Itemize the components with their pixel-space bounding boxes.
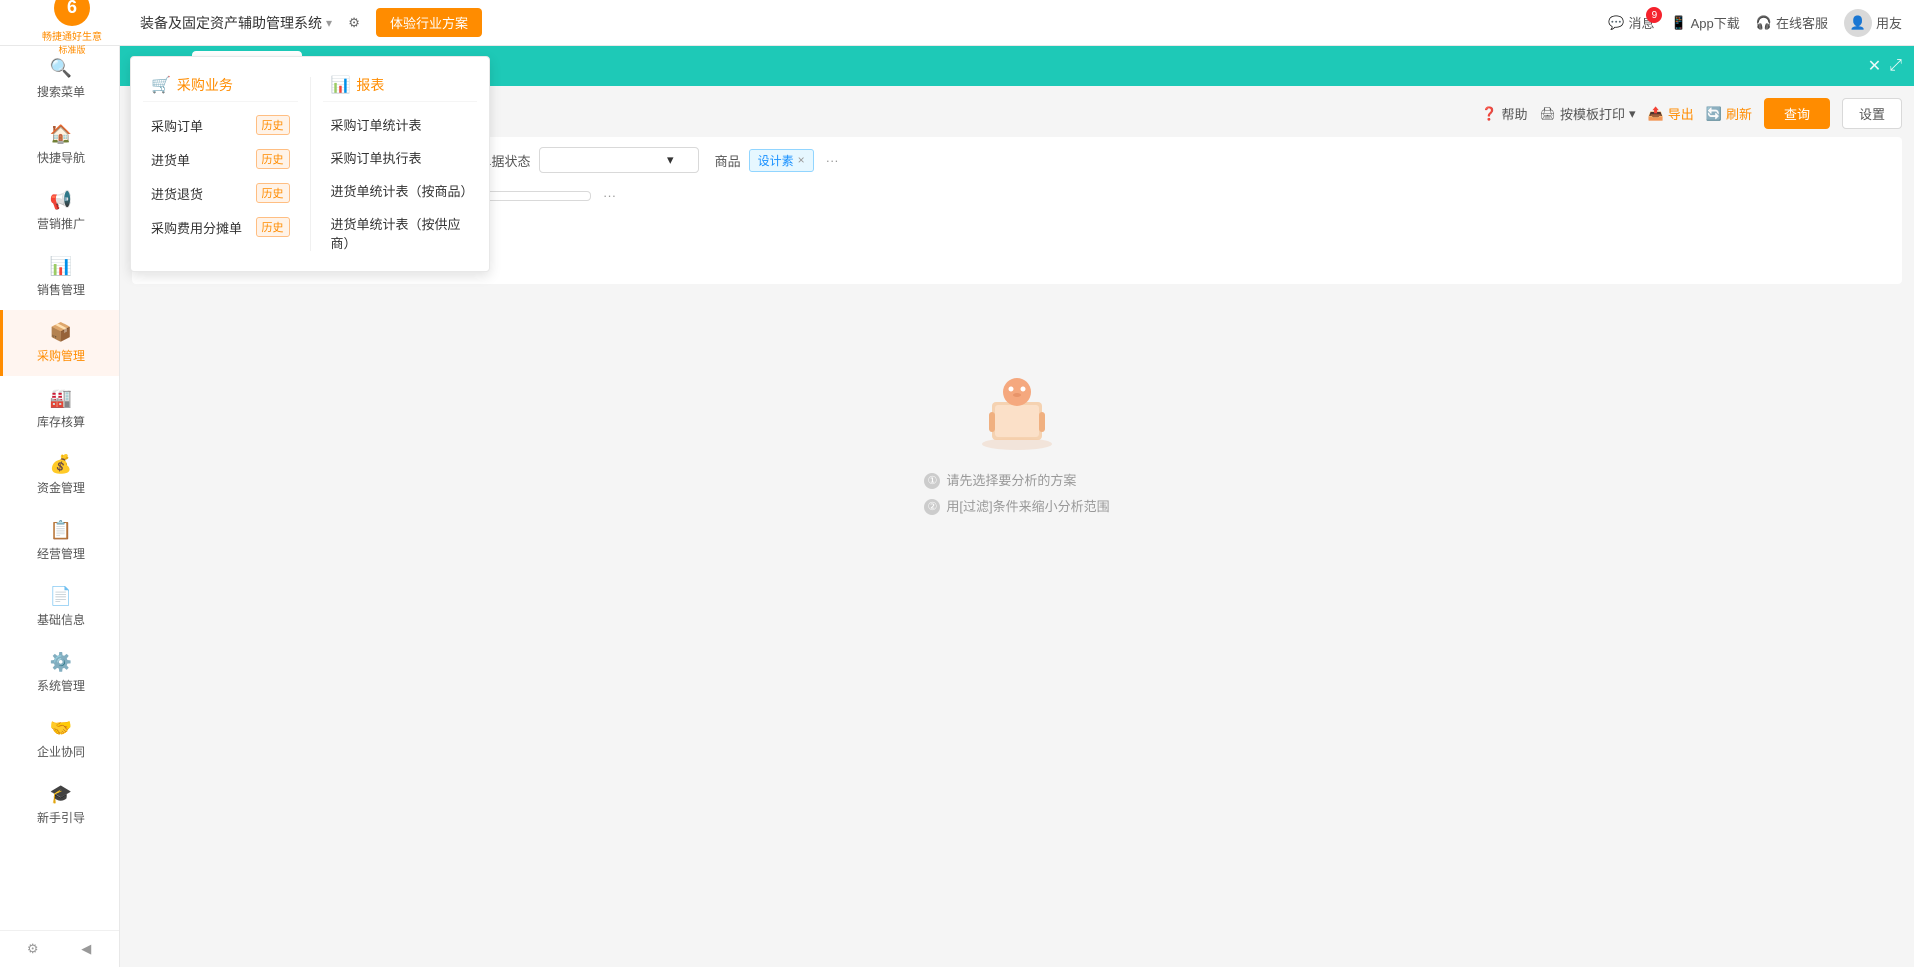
goods-more[interactable]: ··· [826,153,839,168]
sidebar-item-enterprise[interactable]: 🤝 企业协同 [0,706,119,772]
trial-button[interactable]: 体验行业方案 [376,8,482,37]
sidebar-item-system[interactable]: ⚙️ 系统管理 [0,640,119,706]
guide-icon: 🎓 [50,784,72,805]
empty-tip-1: ① 请先选择要分析的方案 [924,468,1109,494]
menu-item-inbound-stats-supplier[interactable]: 进货单统计表（按供应商） [323,207,478,259]
menu-item-inbound[interactable]: 进货单 历史 [143,142,298,176]
search-icon: 🔍 [50,58,72,79]
system-name-dropdown[interactable]: 装备及固定资产辅助管理系统 ▾ [132,13,332,33]
history-tag-1: 历史 [256,149,290,169]
gear-icon[interactable]: ⚙ [340,9,368,37]
message-badge: 9 [1646,7,1662,23]
purchase-column-title: 🛒 采购业务 [143,69,298,102]
message-button[interactable]: 💬 消息 9 [1608,13,1654,32]
top-bar: 6 畅捷通好生意 标准版 装备及固定资产辅助管理系统 ▾ ⚙ 体验行业方案 💬 … [0,0,1914,46]
home-icon: 🏠 [50,124,72,145]
finance-icon: 💰 [50,454,72,475]
system-dropdown-arrow: ▾ [326,16,332,30]
menu-item-order-exec[interactable]: 采购订单执行表 [323,141,478,174]
export-icon: 📤 [1648,106,1664,122]
sidebar-item-nav[interactable]: 🏠 快捷导航 [0,112,119,178]
phone-icon: 📱 [1670,15,1686,31]
help-button[interactable]: ❓ 帮助 [1481,104,1527,123]
sidebar-item-purchase[interactable]: 📦 采购管理 [0,310,119,376]
collapse-icon: ◀ [81,941,91,957]
sidebar-bottom: ⚙ ◀ [0,930,119,967]
user-button[interactable]: 👤 用友 [1844,9,1902,37]
report-column-title: 📊 报表 [323,69,478,102]
print-dropdown-icon: ▾ [1629,106,1636,122]
refresh-icon: 🔄 [1706,106,1722,122]
empty-tips: ① 请先选择要分析的方案 ② 用[过滤]条件来缩小分析范围 [924,468,1109,520]
sidebar-collapse-button[interactable]: ◀ [64,941,110,957]
menu-item-purchase-order[interactable]: 采购订单 历史 [143,108,298,142]
sidebar-settings-button[interactable]: ⚙ [10,941,56,957]
window-expand-icon[interactable]: ⤢ [1889,57,1902,75]
top-right-area: 💬 消息 9 📱 App下载 🎧 在线客服 👤 用友 [1608,9,1902,37]
sidebar-item-finance[interactable]: 💰 资金管理 [0,442,119,508]
goods-tag: 设计素 × [749,149,814,172]
salesperson-more[interactable]: ··· [603,188,616,203]
purchase-icon: 📦 [50,322,72,343]
purchase-business-column: 🛒 采购业务 采购订单 历史 进货单 历史 进货退货 历史 采购费用分摊单 历史 [131,69,310,259]
print-button[interactable]: 🖨 按模板打印 ▾ [1540,104,1636,123]
tip-num-2: ② [924,499,940,515]
logo-brand: 畅捷通好生意 [42,28,102,43]
window-close-icon[interactable]: ✕ [1868,56,1881,76]
goods-filter: 商品 设计素 × ··· [715,149,839,172]
voucher-status-select[interactable]: ▾ [539,147,699,173]
enterprise-icon: 🤝 [50,718,72,739]
system-name-label: 装备及固定资产辅助管理系统 [140,13,322,33]
tip-num-1: ① [924,473,940,489]
sidebar-item-operations[interactable]: 📋 经营管理 [0,508,119,574]
menu-item-inbound-stats-goods[interactable]: 进货单统计表（按商品） [323,174,478,207]
report-col-icon: 📊 [331,75,351,95]
purchase-col-icon: 🛒 [151,75,171,95]
history-tag-3: 历史 [256,217,290,237]
inventory-icon: 🏭 [50,388,72,409]
select-arrow: ▾ [667,152,674,168]
help-icon: ❓ [1481,106,1497,122]
history-tag-0: 历史 [256,115,290,135]
goods-tag-close[interactable]: × [798,153,805,167]
settings-small-icon: ⚙ [27,941,39,957]
app-download-button[interactable]: 📱 App下载 [1670,13,1739,32]
settings-button[interactable]: 设置 [1842,98,1902,129]
query-button[interactable]: 查询 [1764,98,1830,129]
message-icon: 💬 [1608,15,1624,31]
sidebar-item-sales[interactable]: 📊 销售管理 [0,244,119,310]
sales-icon: 📊 [50,256,72,277]
report-column: 📊 报表 采购订单统计表 采购订单执行表 进货单统计表（按商品） 进货单统计表（… [311,69,490,259]
sidebar-item-basic-info[interactable]: 📄 基础信息 [0,574,119,640]
logo: 6 畅捷通好生意 标准版 [12,0,132,56]
sidebar-item-guide[interactable]: 🎓 新手引导 [0,772,119,838]
empty-illustration [967,372,1067,452]
empty-tip-2: ② 用[过滤]条件来缩小分析范围 [924,494,1109,520]
online-service-button[interactable]: 🎧 在线客服 [1756,13,1828,32]
menu-item-purchase-expense[interactable]: 采购费用分摊单 历史 [143,210,298,244]
operations-icon: 📋 [50,520,72,541]
print-icon: 🖨 [1540,106,1557,122]
basic-info-icon: 📄 [50,586,72,607]
voucher-status-filter: 单据状态 ▾ [479,147,699,173]
menu-item-inbound-return[interactable]: 进货退货 历史 [143,176,298,210]
empty-state: ① 请先选择要分析的方案 ② 用[过滤]条件来缩小分析范围 [132,292,1902,600]
sidebar-item-inventory[interactable]: 🏭 库存核算 [0,376,119,442]
system-icon: ⚙️ [50,652,72,673]
sidebar-item-search[interactable]: 🔍 搜索菜单 [0,46,119,112]
goods-label: 商品 [715,151,741,170]
sidebar-item-marketing[interactable]: 📢 营销推广 [0,178,119,244]
logo-icon: 6 [54,0,90,26]
logo-edition: 标准版 [58,43,85,56]
tab-bar-right: ✕ ⤢ [1868,56,1902,76]
marketing-icon: 📢 [50,190,72,211]
headset-icon: 🎧 [1756,15,1772,31]
export-button[interactable]: 📤 导出 [1648,104,1694,123]
menu-item-order-stats[interactable]: 采购订单统计表 [323,108,478,141]
purchase-dropdown-menu: 🛒 采购业务 采购订单 历史 进货单 历史 进货退货 历史 采购费用分摊单 历史… [130,56,490,272]
sidebar: 🔍 搜索菜单 🏠 快捷导航 📢 营销推广 📊 销售管理 📦 采购管理 🏭 库存核… [0,46,120,967]
refresh-button[interactable]: 🔄 刷新 [1706,104,1752,123]
avatar: 👤 [1844,9,1872,37]
history-tag-2: 历史 [256,183,290,203]
